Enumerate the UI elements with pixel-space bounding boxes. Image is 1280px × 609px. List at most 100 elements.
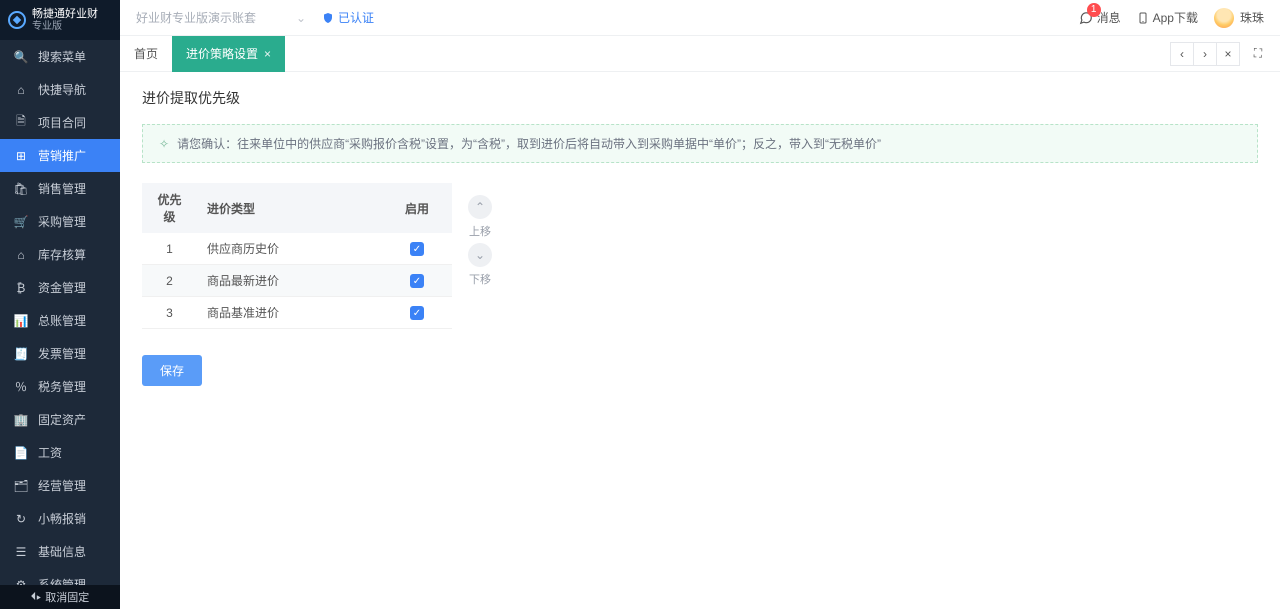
save-button[interactable]: 保存 <box>142 355 202 386</box>
cell-priority: 1 <box>142 233 197 265</box>
move-down-label: 下移 <box>469 271 491 287</box>
tab-close-icon[interactable]: × <box>264 47 271 61</box>
pin-toggle[interactable]: ⏴▸ 取消固定 <box>0 585 120 609</box>
app-download-label: App下载 <box>1153 9 1198 26</box>
sidebar-item-icon: ⌂ <box>14 83 28 97</box>
tabs-close-button[interactable]: × <box>1216 42 1240 66</box>
sidebar-item-15[interactable]: ☰ 基础信息 <box>0 535 120 568</box>
sidebar-item-8[interactable]: 📊 总账管理 <box>0 304 120 337</box>
account-name: 好业财专业版演示账套 <box>136 9 256 26</box>
priority-table: 优先级 进价类型 启用 1供应商历史价 ✓ 2商品最新进价 ✓ 3商品基准进价 ✓ <box>142 183 452 329</box>
messages-button[interactable]: 消息 1 <box>1079 9 1121 26</box>
enable-checkbox[interactable]: ✓ <box>410 274 424 288</box>
sidebar-item-icon: ☰ <box>14 545 28 559</box>
app-download-link[interactable]: App下载 <box>1137 9 1198 26</box>
sidebar-item-label: 快捷导航 <box>38 81 86 98</box>
cell-type: 商品基准进价 <box>197 297 382 329</box>
pin-label: 取消固定 <box>45 589 89 605</box>
cell-enable: ✓ <box>382 297 452 329</box>
sidebar-item-7[interactable]: ₿资金管理 <box>0 271 120 304</box>
enable-checkbox[interactable]: ✓ <box>410 306 424 320</box>
tab-home[interactable]: 首页 <box>120 36 172 72</box>
sidebar-item-icon: 📄 <box>14 446 28 460</box>
sidebar-item-label: 经营管理 <box>38 477 86 494</box>
page-title: 进价提取优先级 <box>142 88 1258 108</box>
user-menu[interactable]: 珠珠 <box>1214 8 1264 28</box>
sidebar-item-label: 资金管理 <box>38 279 86 296</box>
sidebar-item-label: 营销推广 <box>38 147 86 164</box>
content: 进价提取优先级 ✧ 请您确认：往来单位中的供应商“采购报价含税”设置，为“含税”… <box>120 72 1280 609</box>
info-icon: ✧ <box>159 137 169 151</box>
sidebar-item-label: 库存核算 <box>38 246 86 263</box>
sidebar-item-icon: 🛍 <box>14 182 28 196</box>
cell-type: 商品最新进价 <box>197 265 382 297</box>
sidebar-item-0[interactable]: 🔍 搜索菜单 <box>0 40 120 73</box>
sidebar: 畅捷通好业财 专业版 🔍 搜索菜单 ⌂ 快捷导航 🗎 项目合同 ⊞ 营销推广 🛍销售管理🛒采购管… <box>0 0 120 609</box>
move-up-button[interactable]: ⌃ <box>468 195 492 219</box>
main: 好业财专业版演示账套 ⌄ 已认证 消息 1 <box>120 0 1280 609</box>
sidebar-item-1[interactable]: ⌂ 快捷导航 <box>0 73 120 106</box>
sidebar-item-label: 总账管理 <box>38 312 86 329</box>
sidebar-item-11[interactable]: 🏢固定资产 <box>0 403 120 436</box>
nav: 🔍 搜索菜单 ⌂ 快捷导航 🗎 项目合同 ⊞ 营销推广 🛍销售管理🛒采购管理⌂库存核算₿资金管理… <box>0 40 120 585</box>
sidebar-item-5[interactable]: 🛒采购管理 <box>0 205 120 238</box>
account-selector[interactable]: 好业财专业版演示账套 ⌄ <box>136 9 306 26</box>
table-row[interactable]: 3商品基准进价 ✓ <box>142 297 452 329</box>
sidebar-item-13[interactable]: 🗂 经营管理 <box>0 469 120 502</box>
sidebar-item-label: 搜索菜单 <box>38 48 86 65</box>
chevron-down-icon: ⌄ <box>475 248 485 262</box>
chevron-up-icon: ⌃ <box>475 200 485 214</box>
tabs-prev-button[interactable]: ‹ <box>1170 42 1194 66</box>
table-row[interactable]: 1供应商历史价 ✓ <box>142 233 452 265</box>
tabs-next-button[interactable]: › <box>1193 42 1217 66</box>
pin-icon: ⏴▸ <box>31 591 41 604</box>
chevron-right-icon: › <box>1203 47 1207 61</box>
sidebar-item-10[interactable]: ％ 税务管理 <box>0 370 120 403</box>
topbar: 好业财专业版演示账套 ⌄ 已认证 消息 1 <box>120 0 1280 36</box>
col-enable: 启用 <box>382 183 452 233</box>
table-row[interactable]: 2商品最新进价 ✓ <box>142 265 452 297</box>
cell-priority: 2 <box>142 265 197 297</box>
sidebar-item-icon: 🛒 <box>14 215 28 229</box>
cell-priority: 3 <box>142 297 197 329</box>
move-controls: ⌃ 上移 ⌄ 下移 <box>468 195 492 287</box>
sidebar-item-9[interactable]: 🧾 发票管理 <box>0 337 120 370</box>
move-down-button[interactable]: ⌄ <box>468 243 492 267</box>
verify-badge[interactable]: 已认证 <box>322 9 374 26</box>
avatar <box>1214 8 1234 28</box>
sidebar-item-3[interactable]: ⊞ 营销推广 <box>0 139 120 172</box>
sidebar-item-label: 系统管理 <box>38 576 86 585</box>
sidebar-item-2[interactable]: 🗎 项目合同 <box>0 106 120 139</box>
col-type: 进价类型 <box>197 183 382 233</box>
fullscreen-icon: ⛶ <box>1254 46 1262 61</box>
tab-active[interactable]: 进价策略设置 × <box>172 36 285 72</box>
cell-enable: ✓ <box>382 233 452 265</box>
sidebar-item-12[interactable]: 📄 工资 <box>0 436 120 469</box>
sidebar-item-label: 税务管理 <box>38 378 86 395</box>
sidebar-item-icon: 🗂 <box>14 479 28 493</box>
sidebar-item-6[interactable]: ⌂库存核算 <box>0 238 120 271</box>
cell-type: 供应商历史价 <box>197 233 382 265</box>
fullscreen-button[interactable]: ⛶ <box>1246 42 1270 66</box>
brand-logo-icon <box>8 11 26 29</box>
enable-checkbox[interactable]: ✓ <box>410 242 424 256</box>
sidebar-item-icon: ％ <box>14 378 28 395</box>
sidebar-item-icon: ⊞ <box>14 149 28 163</box>
sidebar-item-16[interactable]: ⚙ 系统管理 <box>0 568 120 585</box>
sidebar-item-label: 发票管理 <box>38 345 86 362</box>
sidebar-item-icon: 🔍 <box>14 50 28 64</box>
col-priority: 优先级 <box>142 183 197 233</box>
brand-name: 畅捷通好业财 <box>32 8 98 20</box>
sidebar-item-label: 项目合同 <box>38 114 86 131</box>
sidebar-item-label: 基础信息 <box>38 543 86 560</box>
sidebar-item-icon: 📊 <box>14 314 28 328</box>
user-name: 珠珠 <box>1240 9 1264 26</box>
sidebar-item-icon: 🧾 <box>14 347 28 361</box>
sidebar-item-label: 固定资产 <box>38 411 86 428</box>
sidebar-item-4[interactable]: 🛍销售管理 <box>0 172 120 205</box>
sidebar-item-icon: 🗎 <box>14 112 28 133</box>
sidebar-item-14[interactable]: ↻小畅报销 <box>0 502 120 535</box>
sidebar-item-label: 工资 <box>38 444 62 461</box>
sidebar-item-icon: ⚙ <box>14 578 28 586</box>
brand-edition: 专业版 <box>32 21 98 32</box>
